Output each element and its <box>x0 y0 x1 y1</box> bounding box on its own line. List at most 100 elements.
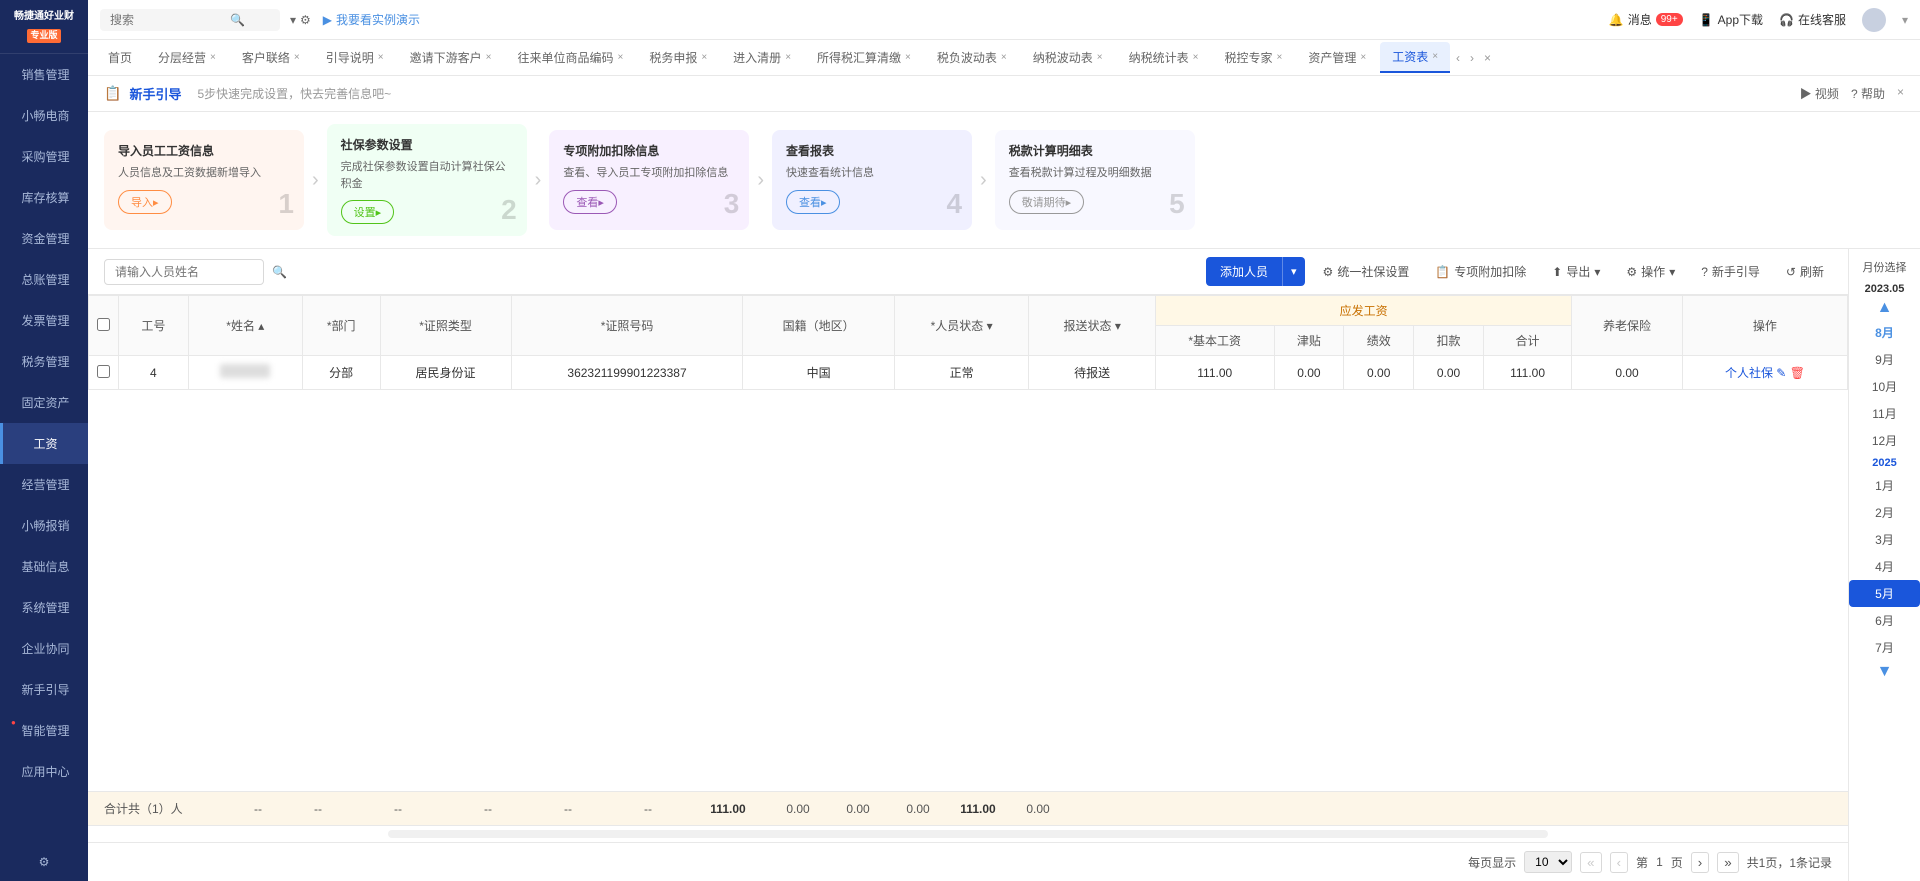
month-item-5-active[interactable]: 5月 <box>1849 580 1920 607</box>
tab-asset[interactable]: 资产管理× <box>1296 43 1378 72</box>
close-icon[interactable]: × <box>617 52 623 63</box>
sidebar-item-库存核算[interactable]: 库存核算 <box>0 177 88 218</box>
online-service-btn[interactable]: 🎧 在线客服 <box>1779 11 1846 28</box>
step1-btn[interactable]: 导入▸ <box>118 190 172 214</box>
tab-product-code[interactable]: 往来单位商品编码× <box>505 43 635 72</box>
operation-btn[interactable]: ⚙ 操作 ▾ <box>1618 259 1683 284</box>
close-icon[interactable]: × <box>210 52 216 63</box>
close-icon[interactable]: × <box>294 52 300 63</box>
close-icon[interactable]: × <box>701 52 707 63</box>
per-page-select[interactable]: 10 20 50 <box>1524 851 1572 873</box>
sidebar-item-工资[interactable]: 工资 <box>0 423 88 464</box>
month-item-9[interactable]: 9月 <box>1849 346 1920 373</box>
close-icon[interactable]: × <box>1360 52 1366 63</box>
row-action[interactable]: 个人社保 ✎ 🗑 <box>1682 356 1847 390</box>
app-download-btn[interactable]: 📱 App下载 <box>1699 11 1763 28</box>
topbar-settings-icon[interactable]: ⚙ <box>300 13 311 27</box>
month-item-3[interactable]: 3月 <box>1849 526 1920 553</box>
tab-salary[interactable]: 工资表× <box>1380 42 1450 73</box>
close-icon[interactable]: × <box>1001 52 1007 63</box>
close-icon[interactable]: × <box>785 52 791 63</box>
sidebar-item-系统管理[interactable]: 系统管理 <box>0 587 88 628</box>
tab-prev-icon[interactable]: ‹ <box>1452 47 1464 69</box>
close-icon[interactable]: × <box>905 52 911 63</box>
demo-link[interactable]: ▶ 我要看实例演示 <box>323 11 420 28</box>
add-person-btn[interactable]: 添加人员 <box>1206 257 1282 286</box>
first-page-btn[interactable]: « <box>1580 852 1601 873</box>
last-page-btn[interactable]: » <box>1717 852 1738 873</box>
sidebar-item-小畅报销[interactable]: 小畅报销 <box>0 505 88 546</box>
month-item-2[interactable]: 2月 <box>1849 499 1920 526</box>
person-search-input[interactable] <box>104 259 264 285</box>
step3-btn[interactable]: 查看▸ <box>563 190 617 214</box>
prev-page-btn[interactable]: ‹ <box>1610 852 1628 873</box>
month-item-11[interactable]: 11月 <box>1849 400 1920 427</box>
special-deduction-btn[interactable]: 📋 专项附加扣除 <box>1427 259 1534 284</box>
row-checkbox[interactable] <box>97 365 110 378</box>
month-prev-btn[interactable]: ▲ <box>1875 297 1895 319</box>
close-icon[interactable]: × <box>1097 52 1103 63</box>
settings-icon[interactable]: ⚙ <box>0 843 88 881</box>
sidebar-item-智能管理[interactable]: 智能管理 <box>0 710 88 751</box>
add-person-dropdown-btn[interactable]: ▾ <box>1282 257 1305 286</box>
close-icon[interactable]: × <box>1432 51 1438 62</box>
tab-tax-burden[interactable]: 税负波动表× <box>925 43 1019 72</box>
month-next-btn[interactable]: ▼ <box>1875 661 1895 683</box>
user-avatar[interactable] <box>1862 8 1886 32</box>
tab-guide[interactable]: 引导说明× <box>314 43 396 72</box>
close-icon[interactable]: × <box>378 52 384 63</box>
tab-income-tax[interactable]: 所得税汇算清缴× <box>805 43 923 72</box>
tab-customer[interactable]: 客户联络× <box>230 43 312 72</box>
month-item-10[interactable]: 10月 <box>1849 373 1920 400</box>
sidebar-item-应用中心[interactable]: 应用中心 <box>0 751 88 792</box>
tab-tax-stat[interactable]: 纳税统计表× <box>1117 43 1211 72</box>
topbar-search-input[interactable] <box>110 13 230 27</box>
guide-video-btn[interactable]: ▶ 视频 <box>1800 85 1839 102</box>
sidebar-item-销售管理[interactable]: 销售管理 <box>0 54 88 95</box>
month-item-12[interactable]: 12月 <box>1849 427 1920 454</box>
step2-btn[interactable]: 设置▸ <box>341 200 395 224</box>
tab-close-all-icon[interactable]: × <box>1480 47 1495 69</box>
month-item-8[interactable]: 8月 <box>1849 319 1920 346</box>
tab-next-icon[interactable]: › <box>1466 47 1478 69</box>
sidebar-item-总账管理[interactable]: 总账管理 <box>0 259 88 300</box>
export-btn[interactable]: ⬆ 导出 ▾ <box>1544 259 1608 284</box>
sidebar-item-小畅电商[interactable]: 小畅电商 <box>0 95 88 136</box>
guide-close-btn[interactable]: × <box>1897 85 1904 102</box>
search-btn[interactable]: 🔍 <box>272 265 287 279</box>
sidebar-item-采购管理[interactable]: 采购管理 <box>0 136 88 177</box>
sidebar-item-固定资产[interactable]: 固定资产 <box>0 382 88 423</box>
message-btn[interactable]: 🔔 消息 99+ <box>1609 11 1683 28</box>
close-icon[interactable]: × <box>1193 52 1199 63</box>
sidebar-item-发票管理[interactable]: 发票管理 <box>0 300 88 341</box>
newbie-guide-btn[interactable]: ? 新手引导 <box>1693 259 1768 284</box>
sidebar-item-资金管理[interactable]: 资金管理 <box>0 218 88 259</box>
tab-home[interactable]: 首页 <box>96 43 144 72</box>
table-scrollbar[interactable] <box>88 825 1848 842</box>
close-icon[interactable]: × <box>486 52 492 63</box>
close-icon[interactable]: × <box>1276 52 1282 63</box>
sidebar-item-基础信息[interactable]: 基础信息 <box>0 546 88 587</box>
unified-settings-btn[interactable]: ⚙ 统一社保设置 <box>1315 259 1418 284</box>
next-page-btn[interactable]: › <box>1691 852 1709 873</box>
guide-help-btn[interactable]: ? 帮助 <box>1851 85 1885 102</box>
month-item-7[interactable]: 7月 <box>1849 634 1920 661</box>
select-all-checkbox[interactable] <box>97 318 110 331</box>
sidebar-item-企业协同[interactable]: 企业协同 <box>0 628 88 669</box>
month-item-4[interactable]: 4月 <box>1849 553 1920 580</box>
sidebar-item-新手引导[interactable]: 新手引导 <box>0 669 88 710</box>
tab-clearance[interactable]: 进入清册× <box>721 43 803 72</box>
tab-tax-expert[interactable]: 税控专家× <box>1212 43 1294 72</box>
step4-btn[interactable]: 查看▸ <box>786 190 840 214</box>
tab-invite[interactable]: 邀请下游客户× <box>398 43 504 72</box>
topbar-dropdown-icon[interactable]: ▾ <box>290 13 296 27</box>
month-item-1[interactable]: 1月 <box>1849 472 1920 499</box>
tab-tax-report[interactable]: 税务申报× <box>637 43 719 72</box>
tab-tax-wave[interactable]: 纳税波动表× <box>1021 43 1115 72</box>
sidebar-item-税务管理[interactable]: 税务管理 <box>0 341 88 382</box>
user-menu-icon[interactable]: ▾ <box>1902 13 1908 27</box>
month-item-6[interactable]: 6月 <box>1849 607 1920 634</box>
step5-btn[interactable]: 敬请期待▸ <box>1009 190 1085 214</box>
scroll-thumb[interactable] <box>388 830 1548 838</box>
tab-layered-mgmt[interactable]: 分层经营× <box>146 43 228 72</box>
